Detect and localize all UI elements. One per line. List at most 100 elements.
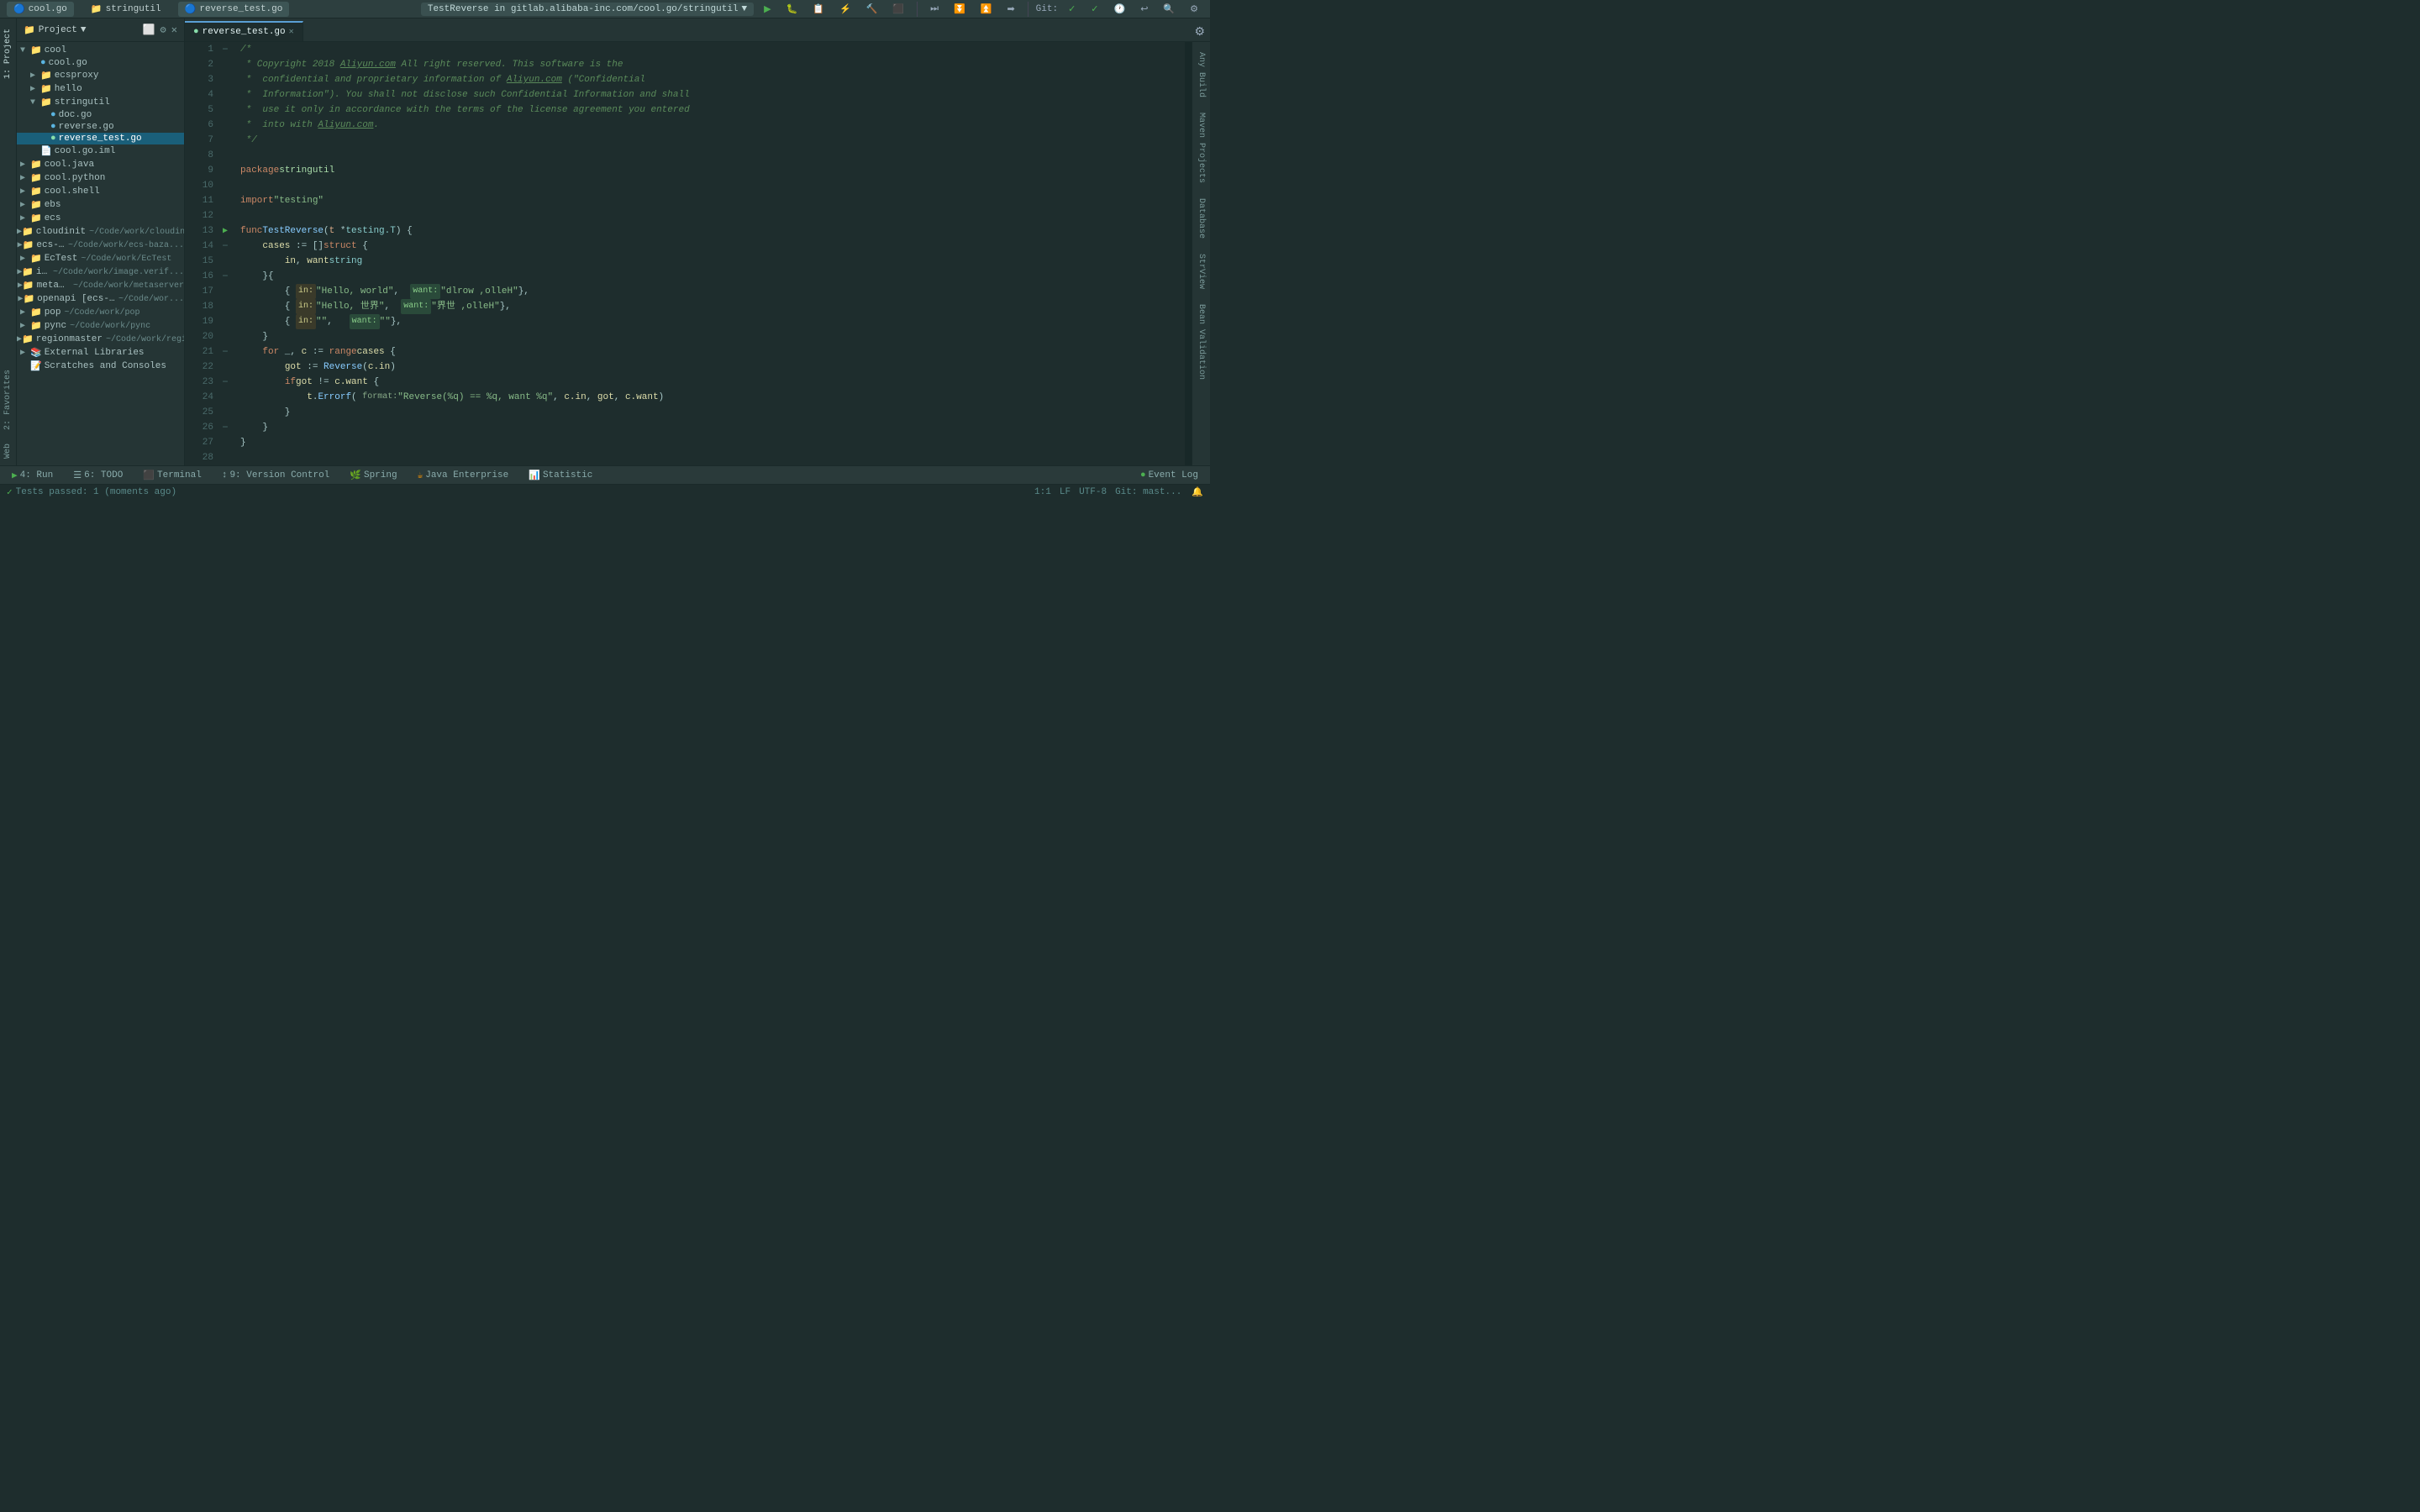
editor-tab-reverse-test[interactable]: ● reverse_test.go ✕ <box>185 21 303 41</box>
tree-item-regionmaster[interactable]: ▶ 📁 regionmaster ~/Code/work/regionmaste… <box>17 333 184 346</box>
cursor-position[interactable]: 1:1 <box>1034 487 1051 497</box>
bottom-item-spring[interactable]: 🌿 Spring <box>345 468 402 483</box>
statistic-label: Statistic <box>543 470 592 480</box>
fold-1[interactable]: − <box>222 44 228 55</box>
left-tab-web[interactable]: Web <box>2 437 14 465</box>
run-to-cursor-button[interactable]: ➡ <box>1002 1 1019 17</box>
tree-item-scratches[interactable]: 📝 Scratches and Consoles <box>17 360 184 373</box>
build-button[interactable]: 🔨 <box>861 1 883 17</box>
tree-item-cool-java[interactable]: ▶ 📁 cool.java <box>17 158 184 171</box>
build-project-button[interactable]: ⬛ <box>887 1 909 17</box>
editor-tab-label-reverse-test: reverse_test.go <box>203 27 286 37</box>
bottom-item-event-log[interactable]: ● Event Log <box>1135 469 1203 482</box>
tree-item-cool-python[interactable]: ▶ 📁 cool.python <box>17 171 184 185</box>
bottom-item-statistic[interactable]: 📊 Statistic <box>523 468 597 483</box>
editor-tab-close-reverse-test[interactable]: ✕ <box>289 27 294 37</box>
encoding[interactable]: UTF-8 <box>1079 487 1107 497</box>
top-tab-label-cool-go: cool.go <box>29 4 67 14</box>
tree-item-pync[interactable]: ▶ 📁 pync ~/Code/work/pync <box>17 319 184 333</box>
tree-item-external-libs[interactable]: ▶ 📚 External Libraries <box>17 346 184 360</box>
tree-item-hello[interactable]: ▶ 📁 hello <box>17 82 184 96</box>
git-branch[interactable]: Git: mast... <box>1115 487 1181 497</box>
top-tab-icon-cool-go: 🔵 <box>13 3 25 15</box>
git-ok-button[interactable]: ✓ <box>1063 1 1081 17</box>
bottom-item-terminal[interactable]: ⬛ Terminal <box>138 468 207 483</box>
left-tab-project[interactable]: 1: Project <box>2 22 14 86</box>
fold-21[interactable]: − <box>222 346 228 358</box>
code-line-4: * Information"). You shall not disclose … <box>240 87 1185 102</box>
step-over-button[interactable]: ⏭ <box>925 1 944 17</box>
tree-item-ecsproxy[interactable]: ▶ 📁 ecsproxy <box>17 69 184 82</box>
sidebar-gear-icon[interactable]: ⚙ <box>160 24 166 36</box>
git-label: Git: <box>1036 4 1058 14</box>
top-tab-stringutil[interactable]: 📁 stringutil <box>84 2 168 17</box>
tree-item-image-verify[interactable]: ▶ 📁 image.verify [image-verify-api] ~/Co… <box>17 265 184 279</box>
test-status: ✓ <box>7 486 13 498</box>
tree-item-cloudinit[interactable]: ▶ 📁 cloudinit ~/Code/work/cloudinit <box>17 225 184 239</box>
tree-item-ecs[interactable]: ▶ 📁 ecs <box>17 212 184 225</box>
fold-16[interactable]: − <box>222 270 228 282</box>
tree-item-cool-go[interactable]: ● cool.go <box>17 57 184 69</box>
bottom-item-run[interactable]: ▶ 4: Run <box>7 468 58 483</box>
tree-icon-pop: 📁 <box>30 307 42 318</box>
right-tab-database[interactable]: Database <box>1195 192 1207 245</box>
tree-item-cool-go-iml[interactable]: 📄 cool.go.iml <box>17 144 184 158</box>
tree-item-stringutil[interactable]: ▼ 📁 stringutil <box>17 96 184 109</box>
tree-arrow-ectest: ▶ <box>20 254 30 264</box>
bottom-item-java-enterprise[interactable]: ☕ Java Enterprise <box>413 468 514 483</box>
notification-icon: 🔔 <box>1192 486 1203 498</box>
fold-26[interactable]: − <box>222 422 228 433</box>
tree-item-cool[interactable]: ▼ 📁 cool <box>17 44 184 57</box>
tree-item-ectest[interactable]: ▶ 📁 EcTest ~/Code/work/EcTest <box>17 252 184 265</box>
settings-button[interactable]: ⚙ <box>1185 1 1203 17</box>
run-config-arrow: ▼ <box>742 4 748 14</box>
tree-item-pop[interactable]: ▶ 📁 pop ~/Code/work/pop <box>17 306 184 319</box>
tree-item-reverse-test-go[interactable]: ● reverse_test.go <box>17 133 184 144</box>
tree-arrow-cool-python: ▶ <box>20 173 30 183</box>
code-line-26: } <box>240 420 1185 435</box>
ln-18: 18 <box>188 299 213 314</box>
git-check-button[interactable]: ✓ <box>1086 1 1103 17</box>
run-button[interactable]: ▶ <box>759 1 776 17</box>
editor-settings-button[interactable]: ⚙ <box>1189 22 1210 41</box>
tree-item-ebs[interactable]: ▶ 📁 ebs <box>17 198 184 212</box>
tree-icon-stringutil: 📁 <box>40 97 52 108</box>
ln-23: 23 <box>188 375 213 390</box>
right-tab-bean-validation[interactable]: Bean Validation <box>1195 297 1207 386</box>
tree-item-reverse-go[interactable]: ● reverse.go <box>17 121 184 133</box>
step-out-button[interactable]: ⏫ <box>976 1 997 17</box>
search-button[interactable]: 🔍 <box>1158 1 1180 17</box>
sidebar-close-icon[interactable]: ✕ <box>171 24 177 36</box>
tree-item-cool-shell[interactable]: ▶ 📁 cool.shell <box>17 185 184 198</box>
profile-button[interactable]: ⚡ <box>834 1 856 17</box>
right-tab-any-build[interactable]: Any Build <box>1195 45 1207 104</box>
tree-item-ecs-bazaar[interactable]: ▶ 📁 ecs-bazaar [ecs-bazaar-service] ~/Co… <box>17 239 184 252</box>
bottom-item-todo[interactable]: ☰ 6: TODO <box>68 468 128 483</box>
bottom-item-version-control[interactable]: ↕ 9: Version Control <box>217 469 334 482</box>
ln-10: 10 <box>188 178 213 193</box>
right-tab-maven[interactable]: Maven Projects <box>1195 106 1207 190</box>
code-editor[interactable]: 1 2 3 4 5 6 7 8 9 10 11 12 13 <box>185 42 1192 465</box>
line-ending[interactable]: LF <box>1060 487 1071 497</box>
top-tab-cool-go[interactable]: 🔵 cool.go <box>7 2 74 17</box>
run-config-dropdown[interactable]: TestReverse in gitlab.alibaba-inc.com/co… <box>421 3 754 16</box>
coverage-button[interactable]: 📋 <box>808 1 829 17</box>
run-gutter-13[interactable]: ▶ <box>223 226 228 236</box>
fold-23[interactable]: − <box>222 376 228 388</box>
code-line-24: t.Errorf( format: "Reverse(%q) == %q, wa… <box>240 390 1185 405</box>
debug-button[interactable]: 🐛 <box>781 1 803 17</box>
git-history-button[interactable]: 🕐 <box>1109 1 1131 17</box>
file-tree: ▼ 📁 cool ● cool.go ▶ 📁 ecsproxy <box>17 42 184 465</box>
top-tab-reverse-test[interactable]: 🔵 reverse_test.go <box>178 2 290 17</box>
sidebar-collapse-icon[interactable]: ⬜ <box>143 24 155 36</box>
git-revert-button[interactable]: ↩ <box>1135 1 1153 17</box>
ln-19: 19 <box>188 314 213 329</box>
tree-item-metaserver[interactable]: ▶ 📁 metaserver [ecs-metaserver] ~/Code/w… <box>17 279 184 292</box>
step-into-button[interactable]: ⏬ <box>949 1 971 17</box>
project-dropdown-arrow[interactable]: ▼ <box>81 25 87 35</box>
left-tab-favorites[interactable]: 2: Favorites <box>2 363 14 437</box>
fold-14[interactable]: − <box>222 240 228 252</box>
tree-item-doc-go[interactable]: ● doc.go <box>17 109 184 121</box>
tree-item-openapi[interactable]: ▶ 📁 openapi [ecs-openapi-service-aliyun-… <box>17 292 184 306</box>
right-tab-strview[interactable]: StrView <box>1195 247 1207 296</box>
